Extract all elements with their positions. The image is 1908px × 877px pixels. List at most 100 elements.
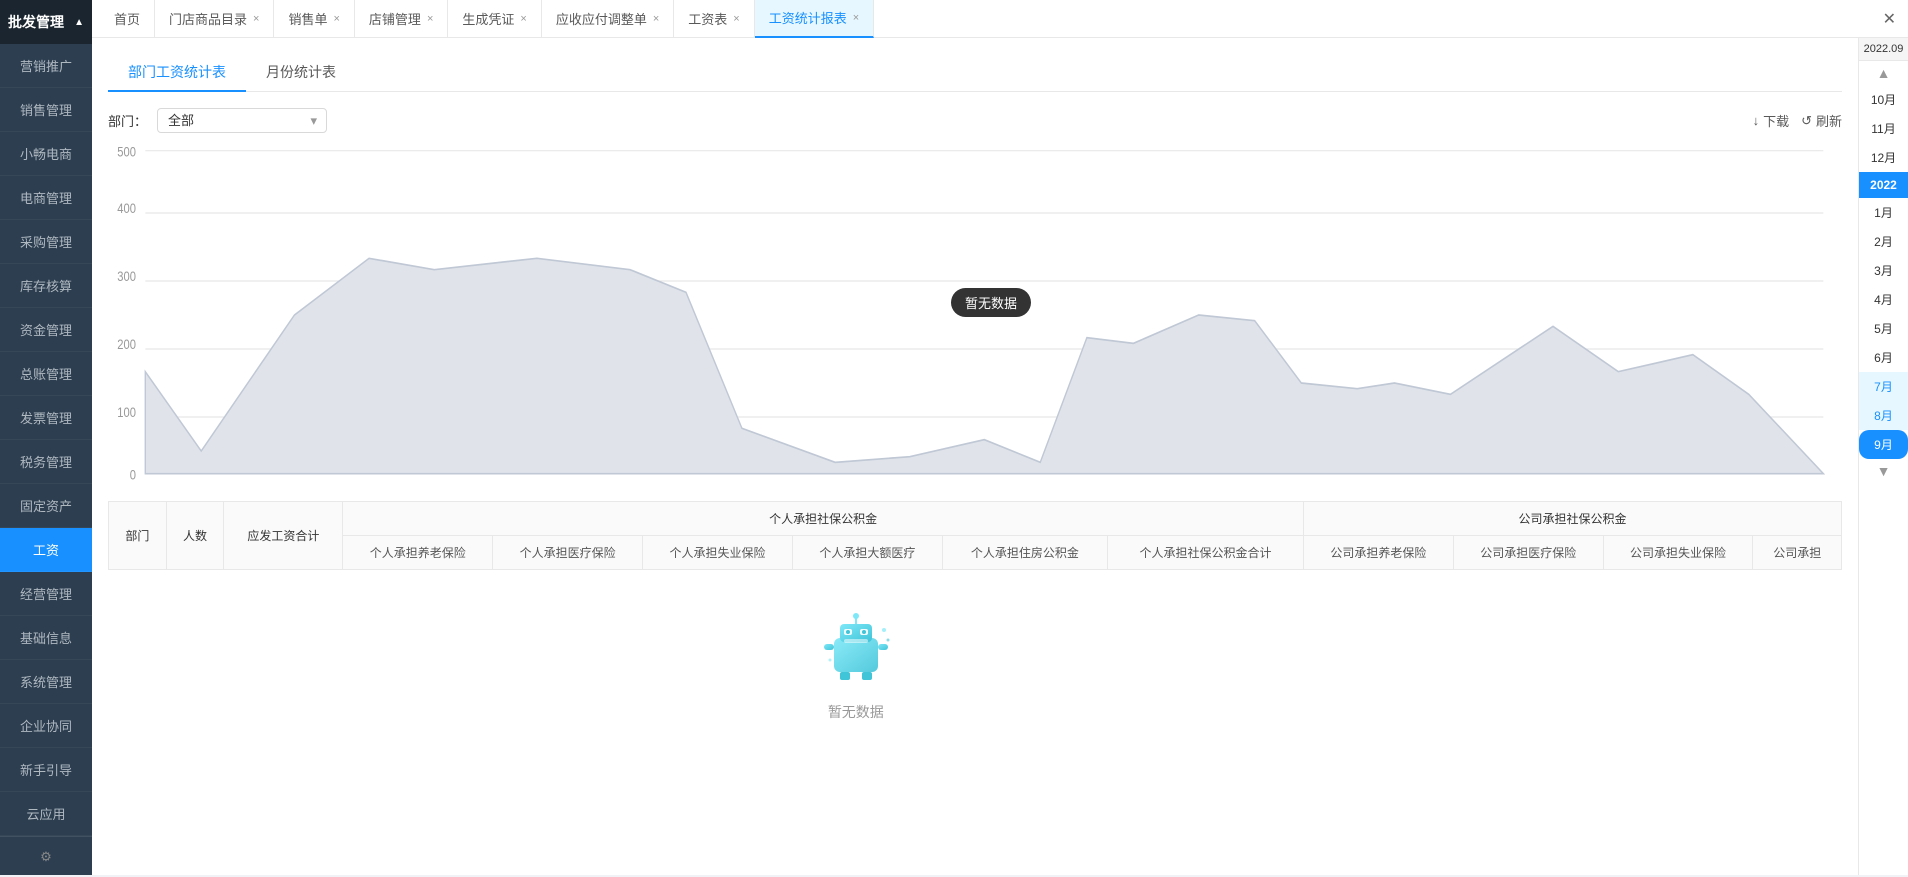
- col-total-salary: 应发工资合计: [224, 502, 343, 570]
- tab-close-icon[interactable]: ×: [653, 13, 659, 25]
- col-personal-housing: 个人承担住房公积金: [942, 536, 1107, 570]
- col-company-insurance: 公司承担社保公积金: [1303, 502, 1841, 536]
- col-company-pension: 公司承担养老保险: [1303, 536, 1453, 570]
- date-month-7[interactable]: 7月: [1859, 372, 1908, 401]
- tab-销售单[interactable]: 销售单 ×: [274, 0, 354, 38]
- date-panel: 2022.09 ▲ 10月 11月 12月 2022 1月 2月 3月 4月 5…: [1858, 38, 1908, 875]
- col-company-medical: 公司承担医疗保险: [1453, 536, 1603, 570]
- tab-bar: 首页门店商品目录×销售单×店铺管理×生成凭证×应收应付调整单×工资表×工资统计报…: [92, 0, 1908, 38]
- date-year-2022[interactable]: 2022: [1859, 172, 1908, 198]
- col-personal-medical: 个人承担医疗保险: [493, 536, 643, 570]
- empty-state: 暂无数据: [109, 570, 1604, 742]
- tab-门店商品目录[interactable]: 门店商品目录 ×: [155, 0, 274, 38]
- tab-label: 销售单: [288, 9, 327, 28]
- col-company-more: 公司承担: [1753, 536, 1842, 570]
- tab-close-icon[interactable]: ×: [733, 13, 739, 25]
- refresh-button[interactable]: ↺ 刷新: [1801, 111, 1842, 130]
- dept-filter-label: 部门：: [108, 111, 147, 130]
- tab-month-stats[interactable]: 月份统计表: [246, 54, 356, 92]
- sidebar-item-企业协同[interactable]: 企业协同: [0, 704, 92, 748]
- sidebar-item-云应用[interactable]: 云应用: [0, 792, 92, 836]
- sidebar-item-税务管理[interactable]: 税务管理: [0, 440, 92, 484]
- svg-text:100: 100: [117, 405, 136, 420]
- tab-首页[interactable]: 首页: [100, 0, 155, 38]
- download-icon: ↓: [1753, 113, 1760, 128]
- sidebar-item-资金管理[interactable]: 资金管理: [0, 308, 92, 352]
- table-scroll[interactable]: 部门 人数 应发工资合计 个人承担社保公积金 公司承担社保公积金 个人承担养老保…: [108, 501, 1842, 742]
- date-month-8[interactable]: 8月: [1859, 401, 1908, 430]
- sidebar-item-系统管理[interactable]: 系统管理: [0, 660, 92, 704]
- sidebar-item-经营管理[interactable]: 经营管理: [0, 572, 92, 616]
- sidebar-item-采购管理[interactable]: 采购管理: [0, 220, 92, 264]
- date-month-6[interactable]: 6月: [1859, 343, 1908, 372]
- chart-area: 500 400 300 200 100 0 暂无数据: [108, 145, 1842, 485]
- date-nav-up[interactable]: ▲: [1859, 61, 1908, 85]
- tab-dept-stats[interactable]: 部门工资统计表: [108, 54, 246, 92]
- tab-label: 工资表: [688, 9, 727, 28]
- date-month-2[interactable]: 2月: [1859, 227, 1908, 256]
- tab-bar-end: ✕: [1879, 5, 1900, 33]
- date-month-9[interactable]: 9月: [1859, 430, 1908, 459]
- dept-select[interactable]: 全部: [157, 108, 327, 133]
- page-content: 部门工资统计表 月份统计表 部门： 全部 ↓ 下载: [92, 38, 1858, 875]
- svg-text:300: 300: [117, 269, 136, 284]
- date-month-4[interactable]: 4月: [1859, 285, 1908, 314]
- sidebar-item-发票管理[interactable]: 发票管理: [0, 396, 92, 440]
- sidebar-item-基础信息[interactable]: 基础信息: [0, 616, 92, 660]
- tab-生成凭证[interactable]: 生成凭证 ×: [448, 0, 541, 38]
- col-personal-total: 个人承担社保公积金合计: [1107, 536, 1303, 570]
- sidebar: 批发管理 ▲ 营销推广销售管理小畅电商电商管理采购管理库存核算资金管理总账管理发…: [0, 0, 92, 875]
- date-nav-down[interactable]: ▼: [1859, 459, 1908, 483]
- tab-工资表[interactable]: 工资表 ×: [674, 0, 754, 38]
- window-close-icon[interactable]: ✕: [1879, 5, 1900, 33]
- sidebar-item-电商管理[interactable]: 电商管理: [0, 176, 92, 220]
- date-month-3[interactable]: 3月: [1859, 256, 1908, 285]
- sidebar-item-库存核算[interactable]: 库存核算: [0, 264, 92, 308]
- col-personal-pension: 个人承担养老保险: [343, 536, 493, 570]
- sidebar-settings[interactable]: ⚙: [0, 836, 92, 877]
- date-month-11[interactable]: 11月: [1859, 114, 1908, 143]
- sidebar-item-小畅电商[interactable]: 小畅电商: [0, 132, 92, 176]
- sidebar-item-销售管理[interactable]: 销售管理: [0, 88, 92, 132]
- svg-text:200: 200: [117, 337, 136, 352]
- svg-text:500: 500: [117, 145, 136, 160]
- tab-应收应付调整单[interactable]: 应收应付调整单 ×: [542, 0, 674, 38]
- col-company-unemployment: 公司承担失业保险: [1603, 536, 1753, 570]
- date-month-1[interactable]: 1月: [1859, 198, 1908, 227]
- sidebar-item-新手引导[interactable]: 新手引导: [0, 748, 92, 792]
- sub-tabs: 部门工资统计表 月份统计表: [108, 54, 1842, 92]
- gear-icon: ⚙: [40, 849, 52, 864]
- sidebar-item-工资[interactable]: 工资: [0, 528, 92, 572]
- tab-close-icon[interactable]: ×: [333, 13, 339, 25]
- svg-text:400: 400: [117, 201, 136, 216]
- content-area: 部门工资统计表 月份统计表 部门： 全部 ↓ 下载: [92, 38, 1908, 875]
- tab-label: 店铺管理: [369, 9, 421, 28]
- sidebar-item-营销推广[interactable]: 营销推广: [0, 44, 92, 88]
- sidebar-collapse-icon: ▲: [74, 17, 84, 28]
- tab-close-icon[interactable]: ×: [520, 13, 526, 25]
- sidebar-header[interactable]: 批发管理 ▲: [0, 0, 92, 44]
- sidebar-item-总账管理[interactable]: 总账管理: [0, 352, 92, 396]
- empty-icon: [816, 610, 896, 690]
- dept-select-wrapper: 全部: [157, 108, 327, 133]
- col-headcount: 人数: [166, 502, 224, 570]
- tab-店铺管理[interactable]: 店铺管理 ×: [355, 0, 448, 38]
- tab-label: 首页: [114, 9, 140, 28]
- download-button[interactable]: ↓ 下载: [1753, 111, 1790, 130]
- date-month-10[interactable]: 10月: [1859, 85, 1908, 114]
- sidebar-item-固定资产[interactable]: 固定资产: [0, 484, 92, 528]
- tab-label: 工资统计报表: [769, 8, 847, 27]
- main-area: 首页门店商品目录×销售单×店铺管理×生成凭证×应收应付调整单×工资表×工资统计报…: [92, 0, 1908, 875]
- tab-close-icon[interactable]: ×: [253, 13, 259, 25]
- tab-label: 门店商品目录: [169, 9, 247, 28]
- toolbar: 部门： 全部 ↓ 下载 ↺ 刷新: [108, 108, 1842, 133]
- tab-close-icon[interactable]: ×: [427, 13, 433, 25]
- toolbar-left: 部门： 全部: [108, 108, 327, 133]
- tab-工资统计报表[interactable]: 工资统计报表 ×: [755, 0, 874, 38]
- tab-label: 应收应付调整单: [556, 9, 647, 28]
- date-month-5[interactable]: 5月: [1859, 314, 1908, 343]
- tab-close-icon[interactable]: ×: [853, 12, 859, 24]
- date-month-12[interactable]: 12月: [1859, 143, 1908, 172]
- tab-label: 生成凭证: [462, 9, 514, 28]
- date-panel-header: 2022.09: [1859, 38, 1908, 61]
